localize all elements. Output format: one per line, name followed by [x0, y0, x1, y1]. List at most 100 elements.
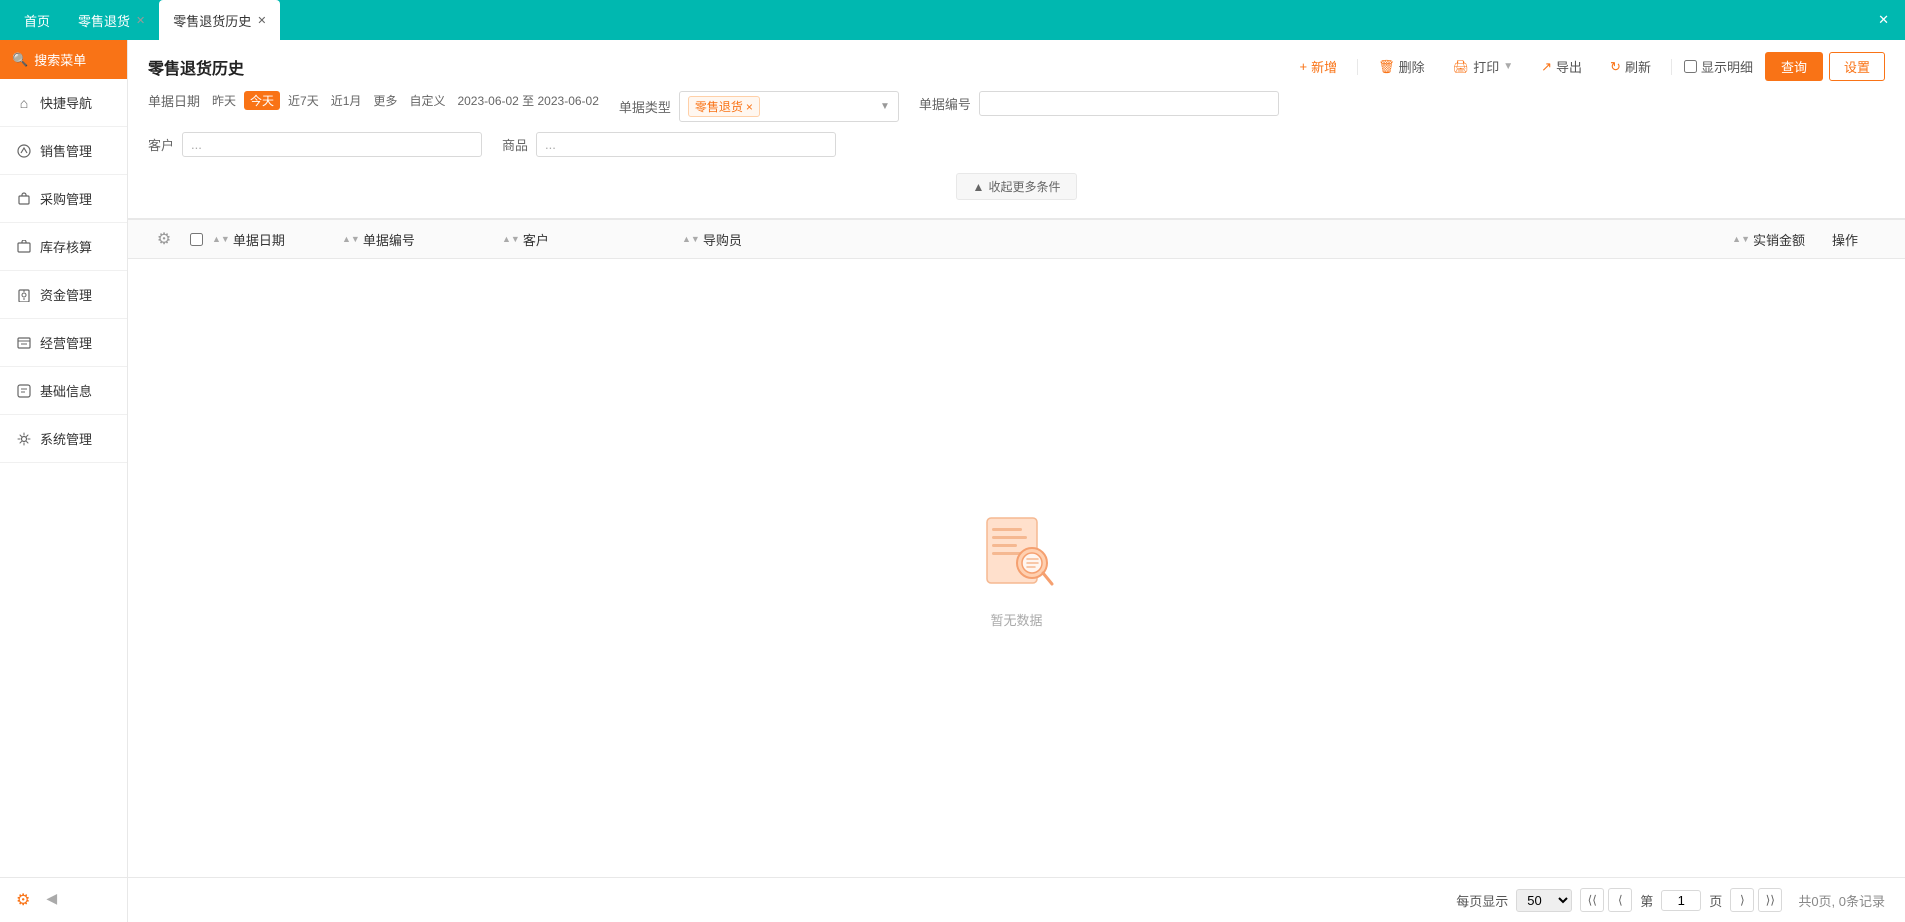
th-customer-label: 客户: [523, 230, 549, 249]
sidebar-item-operations-label: 经营管理: [40, 333, 92, 352]
page-title: 零售退货历史: [148, 55, 244, 79]
sidebar-menu: ⌂ 快捷导航 销售管理 采购管理 库存核算: [0, 79, 127, 877]
page-first-btn[interactable]: ⟨⟨: [1580, 888, 1604, 912]
th-action-label: 操作: [1832, 230, 1858, 249]
th-customer: ▲▼ 客户: [502, 230, 682, 249]
number-input[interactable]: [979, 91, 1279, 116]
window-close-btn[interactable]: ✕: [1878, 12, 1905, 28]
per-page-label: 每页显示: [1456, 891, 1508, 910]
type-label: 单据类型: [619, 97, 671, 116]
sidebar-item-operations[interactable]: 经营管理: [0, 319, 127, 367]
print-icon: 🖨: [1453, 59, 1470, 75]
page-header: 零售退货历史 + 新增 🗑 删除 🖨 打印 ▼: [128, 40, 1905, 219]
total-label: 共0页, 0条记录: [1798, 891, 1885, 910]
th-number: ▲▼ 单据编号: [342, 230, 502, 249]
delete-button-label: 删除: [1399, 57, 1425, 76]
show-detail-checkbox[interactable]: 显示明细: [1684, 57, 1753, 76]
collapse-btn[interactable]: ▲ 收起更多条件: [956, 173, 1078, 200]
th-number-sort[interactable]: ▲▼: [342, 235, 360, 244]
tab-list: 首页 零售退货 ✕ 零售退货历史 ✕: [10, 0, 1878, 40]
top-bar: 首页 零售退货 ✕ 零售退货历史 ✕ ✕: [0, 0, 1905, 40]
type-tag[interactable]: 零售退货 ×: [688, 96, 760, 117]
table-header: ⚙ ▲▼ 单据日期 ▲▼ 单据编号 ▲▼ 客户 ▲▼ 导: [128, 219, 1905, 259]
th-date: ▲▼ 单据日期: [212, 230, 342, 249]
type-select[interactable]: 零售退货 × ▼: [679, 91, 899, 122]
goods-label: 商品: [502, 135, 528, 154]
page-unit: 页: [1709, 891, 1722, 910]
date-range: 2023-06-02 至 2023-06-02: [457, 92, 598, 109]
filter-row-1: 单据日期 昨天 今天 近7天 近1月 更多 自定义 2023-06-02 至 2…: [148, 91, 1885, 122]
tab-retail-return-close[interactable]: ✕: [136, 14, 145, 27]
date-opt-yesterday[interactable]: 昨天: [208, 91, 240, 110]
query-button[interactable]: 查询: [1765, 52, 1823, 81]
sidebar-item-basic-info-label: 基础信息: [40, 381, 92, 400]
delete-button[interactable]: 🗑 删除: [1370, 53, 1433, 80]
date-options: 昨天 今天 近7天 近1月 更多 自定义 2023-06-02 至 2023-0…: [208, 91, 599, 110]
tab-retail-return-history-close[interactable]: ✕: [257, 14, 266, 27]
collapse-label: 收起更多条件: [988, 178, 1060, 195]
date-opt-1month[interactable]: 近1月: [327, 91, 366, 110]
th-guide-sort[interactable]: ▲▼: [682, 235, 700, 244]
sidebar-item-purchase-mgmt[interactable]: 采购管理: [0, 175, 127, 223]
type-tag-close[interactable]: ×: [746, 100, 753, 114]
purchase-icon: [16, 191, 32, 207]
print-button[interactable]: 🖨 打印 ▼: [1445, 53, 1521, 80]
page-title-row: 零售退货历史 + 新增 🗑 删除 🖨 打印 ▼: [148, 52, 1885, 81]
export-icon: ↗: [1541, 59, 1552, 75]
table-select-all-checkbox[interactable]: [180, 233, 212, 246]
th-date-sort[interactable]: ▲▼: [212, 235, 230, 244]
new-button[interactable]: + 新增: [1292, 53, 1346, 80]
filter-row-2: 客户 ... 商品 ...: [148, 132, 1885, 157]
system-icon: [16, 431, 32, 447]
collapse-sidebar-icon[interactable]: ◀: [46, 890, 57, 910]
page-prev-btn[interactable]: ⟨: [1608, 888, 1632, 912]
th-amount-sort[interactable]: ▲▼: [1732, 235, 1750, 244]
search-icon: 🔍: [12, 52, 28, 68]
inventory-icon: [16, 239, 32, 255]
refresh-icon: ↻: [1610, 59, 1621, 75]
tab-home-label: 首页: [24, 11, 50, 30]
sidebar-item-inventory-label: 库存核算: [40, 237, 92, 256]
sidebar-item-sales-mgmt[interactable]: 销售管理: [0, 127, 127, 175]
date-opt-7days[interactable]: 近7天: [284, 91, 323, 110]
page-input[interactable]: [1661, 890, 1701, 911]
page-last-btn[interactable]: ⟩⟩: [1758, 888, 1782, 912]
tab-retail-return-history[interactable]: 零售退货历史 ✕: [159, 0, 280, 40]
refresh-button[interactable]: ↻ 刷新: [1602, 53, 1659, 80]
export-button[interactable]: ↗ 导出: [1533, 53, 1590, 80]
tab-retail-return-label: 零售退货: [78, 11, 130, 30]
number-label: 单据编号: [919, 94, 971, 113]
date-opt-custom[interactable]: 自定义: [405, 91, 449, 110]
empty-illustration: [972, 508, 1062, 598]
customer-input[interactable]: ...: [182, 132, 482, 157]
th-number-label: 单据编号: [363, 230, 415, 249]
page-actions: + 新增 🗑 删除 🖨 打印 ▼ ↗ 导出: [1292, 52, 1885, 81]
sidebar-item-system-mgmt[interactable]: 系统管理: [0, 415, 127, 463]
page-next-btn[interactable]: ⟩: [1730, 888, 1754, 912]
table-settings-icon[interactable]: ⚙: [148, 229, 180, 249]
th-guide-label: 导购员: [703, 230, 742, 249]
tab-retail-return[interactable]: 零售退货 ✕: [64, 0, 159, 40]
empty-state: 暂无数据: [128, 259, 1905, 877]
tab-retail-return-history-label: 零售退货历史: [173, 11, 251, 30]
date-opt-more[interactable]: 更多: [369, 91, 401, 110]
new-button-label: 新增: [1311, 57, 1337, 76]
settings-button[interactable]: 设置: [1829, 52, 1885, 81]
show-detail-check[interactable]: [1684, 60, 1697, 73]
tab-home[interactable]: 首页: [10, 0, 64, 40]
settings-icon[interactable]: ⚙: [16, 890, 30, 910]
date-opt-today[interactable]: 今天: [244, 91, 280, 110]
goods-input[interactable]: ...: [536, 132, 836, 157]
sidebar-item-system-label: 系统管理: [40, 429, 92, 448]
sidebar-item-quick-nav[interactable]: ⌂ 快捷导航: [0, 79, 127, 127]
filter-area: 单据日期 昨天 今天 近7天 近1月 更多 自定义 2023-06-02 至 2…: [148, 91, 1885, 218]
th-customer-sort[interactable]: ▲▼: [502, 235, 520, 244]
sidebar-item-basic-info[interactable]: 基础信息: [0, 367, 127, 415]
sidebar-item-inventory[interactable]: 库存核算: [0, 223, 127, 271]
per-page-select[interactable]: 50 10 20 100: [1516, 889, 1572, 912]
select-all-check[interactable]: [190, 233, 203, 246]
sidebar-item-finance[interactable]: 资金管理: [0, 271, 127, 319]
empty-text: 暂无数据: [990, 610, 1042, 629]
sidebar-search[interactable]: 🔍 搜索菜单: [0, 40, 127, 79]
sidebar-item-finance-label: 资金管理: [40, 285, 92, 304]
